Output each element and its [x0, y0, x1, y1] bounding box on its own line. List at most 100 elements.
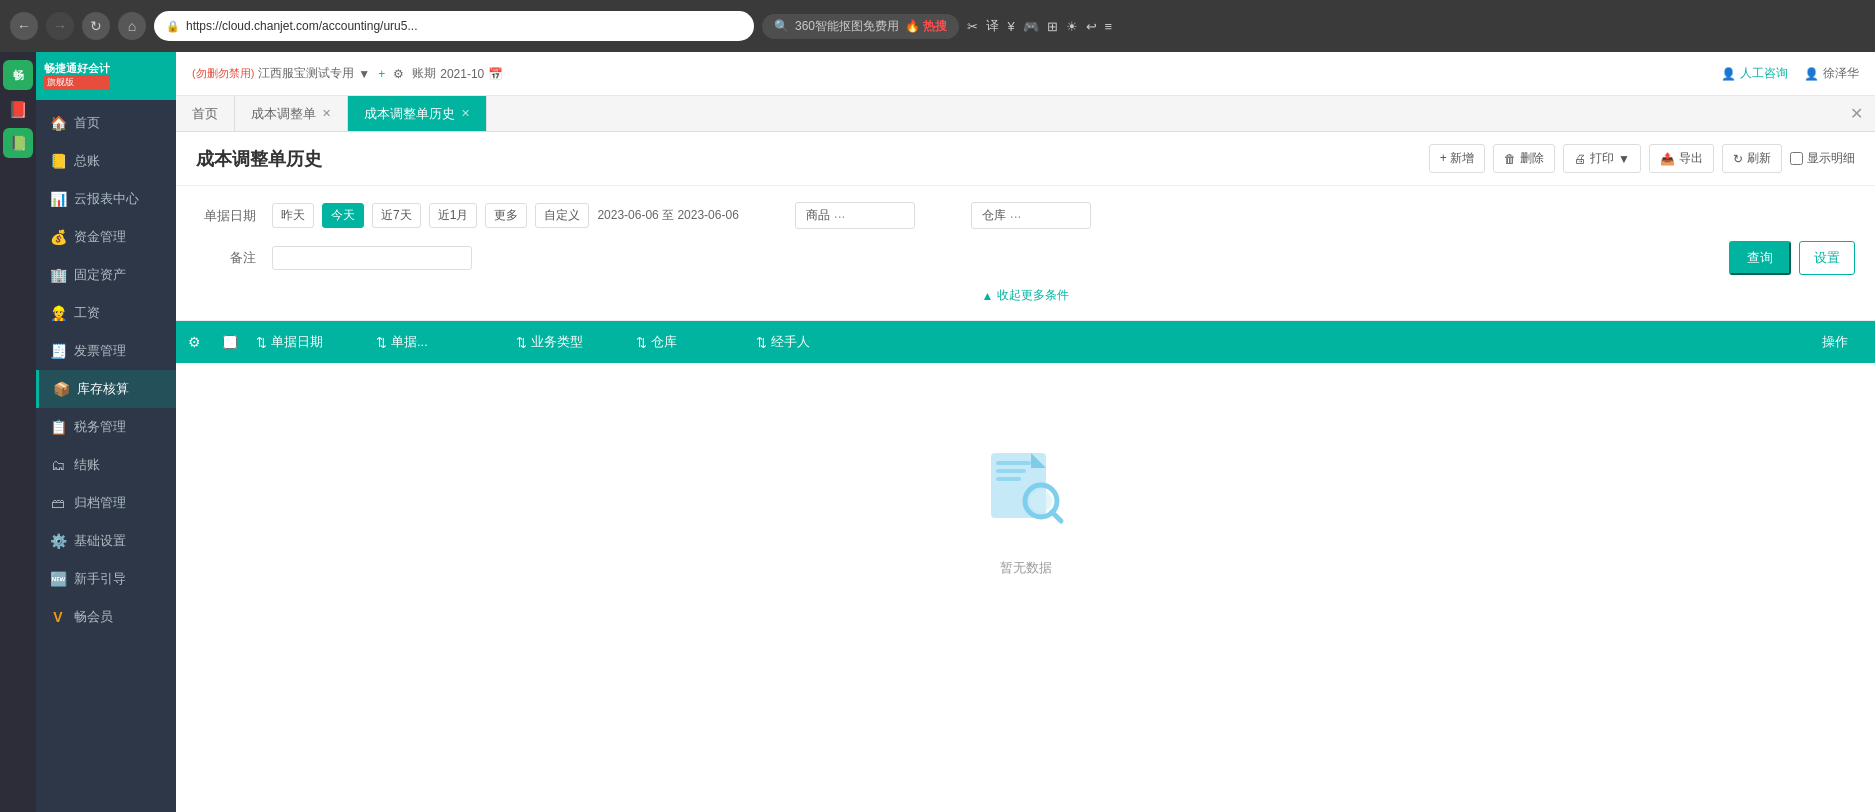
sidebar-item-inventory[interactable]: 📦 库存核算 [36, 370, 176, 408]
icon-bar-item-1[interactable]: 📕 [3, 94, 33, 124]
sidebar-item-salary[interactable]: 👷 工资 [36, 294, 176, 332]
th-warehouse[interactable]: ⇅ 仓库 [628, 333, 748, 351]
sidebar-item-closing[interactable]: 🗂 结账 [36, 446, 176, 484]
th-settings[interactable]: ⚙ [176, 334, 212, 350]
sidebar-item-guide[interactable]: 🆕 新手引导 [36, 560, 176, 598]
browser-search-bar[interactable]: 🔍 360智能抠图免费用 🔥 热搜 [762, 14, 959, 39]
tab-bar: 首页 成本调整单 ✕ 成本调整单历史 ✕ ✕ [176, 96, 1875, 132]
url-text: https://cloud.chanjet.com/accounting/uru… [186, 19, 417, 33]
sidebar-item-member[interactable]: V 畅会员 [36, 598, 176, 636]
tab-cost-adjust-history[interactable]: 成本调整单历史 ✕ [348, 96, 487, 131]
export-button[interactable]: 📤 导出 [1649, 144, 1714, 173]
setting-button[interactable]: 设置 [1799, 241, 1855, 275]
th-action: 操作 [1795, 333, 1875, 351]
query-button[interactable]: 查询 [1729, 241, 1791, 275]
svg-rect-1 [996, 461, 1031, 465]
panel-close-btn[interactable]: ✕ [1838, 104, 1875, 123]
date-btn-yesterday[interactable]: 昨天 [272, 203, 314, 228]
th-operator[interactable]: ⇅ 经手人 [748, 333, 868, 351]
print-icon: 🖨 [1574, 152, 1586, 166]
note-input[interactable] [272, 246, 472, 270]
th-type-label: 业务类型 [531, 333, 583, 351]
th-no-label: 单据... [391, 333, 428, 351]
tab-cost-adjust[interactable]: 成本调整单 ✕ [235, 96, 348, 131]
print-button[interactable]: 🖨 打印 ▼ [1563, 144, 1641, 173]
wallet-icon[interactable]: ¥ [1007, 19, 1014, 34]
back-button[interactable]: ← [10, 12, 38, 40]
th-no[interactable]: ⇅ 单据... [368, 333, 508, 351]
delete-button[interactable]: 🗑 删除 [1493, 144, 1555, 173]
sidebar-item-reports[interactable]: 📊 云报表中心 [36, 180, 176, 218]
scissors-icon[interactable]: ✂ [967, 19, 978, 34]
date-btn-today[interactable]: 今天 [322, 203, 364, 228]
sidebar-item-settings[interactable]: ⚙️ 基础设置 [36, 522, 176, 560]
game-icon[interactable]: 🎮 [1023, 19, 1039, 34]
display-cols-checkbox[interactable] [1790, 152, 1803, 165]
page-title: 成本调整单历史 [196, 147, 322, 171]
forward-button[interactable]: → [46, 12, 74, 40]
date-btn-more[interactable]: 更多 [485, 203, 527, 228]
user-info[interactable]: 👤 徐泽华 [1804, 65, 1859, 82]
sidebar-item-invoice[interactable]: 🧾 发票管理 [36, 332, 176, 370]
company-dropdown-icon: ▼ [358, 67, 370, 81]
warehouse-dots: ··· [1010, 208, 1022, 224]
tab-cost-adjust-close[interactable]: ✕ [322, 107, 331, 120]
tax-icon: 📋 [50, 419, 66, 435]
period-label: 账期 [412, 65, 436, 82]
filter-row-note: 备注 查询 设置 [196, 241, 1855, 275]
home-button[interactable]: ⌂ [118, 12, 146, 40]
sidebar-item-home[interactable]: 🏠 首页 [36, 104, 176, 142]
icon-bar-item-2[interactable]: 📗 [3, 128, 33, 158]
tab-home[interactable]: 首页 [176, 96, 235, 131]
empty-text: 暂无数据 [1000, 559, 1052, 577]
sidebar: 畅捷通好会计 旗舰版 🏠 首页 📒 总账 📊 云报表中心 💰 资金管理 [36, 52, 176, 812]
settings-btn[interactable]: ⚙ [393, 67, 404, 81]
date-btn-7days[interactable]: 近7天 [372, 203, 421, 228]
hot-search-label: 🔥 热搜 [905, 18, 947, 35]
icon-bar-app[interactable]: 畅 [3, 60, 33, 90]
service-button[interactable]: 👤 人工咨询 [1721, 65, 1788, 82]
date-filter: 昨天 今天 近7天 近1月 更多 自定义 2023-06-06 至 2023-0… [272, 203, 739, 228]
period-value: 2021-10 [440, 67, 484, 81]
date-range-text: 2023-06-06 至 2023-06-06 [597, 207, 738, 224]
collapse-filter-btn[interactable]: ▲ 收起更多条件 [196, 287, 1855, 304]
menu-icon[interactable]: ≡ [1105, 19, 1113, 34]
theme-icon[interactable]: ☀ [1066, 19, 1078, 34]
tab-cost-adjust-history-close[interactable]: ✕ [461, 107, 470, 120]
date-btn-1month[interactable]: 近1月 [429, 203, 478, 228]
guide-icon: 🆕 [50, 571, 66, 587]
sidebar-logo: 畅捷通好会计 旗舰版 [36, 52, 176, 100]
sidebar-item-ledger[interactable]: 📒 总账 [36, 142, 176, 180]
sidebar-item-tax[interactable]: 📋 税务管理 [36, 408, 176, 446]
th-date[interactable]: ⇅ 单据日期 [248, 333, 368, 351]
funds-icon: 💰 [50, 229, 66, 245]
select-all-checkbox[interactable] [223, 335, 237, 349]
salary-icon: 👷 [50, 305, 66, 321]
company-selector[interactable]: (勿删勿禁用) 江西服宝测试专用 ▼ [192, 65, 370, 82]
calendar-icon[interactable]: 📅 [488, 67, 503, 81]
grid-icon[interactable]: ⊞ [1047, 19, 1058, 34]
add-company-btn[interactable]: + [378, 67, 385, 81]
th-checkbox[interactable] [212, 335, 248, 349]
note-filter-label: 备注 [196, 249, 256, 267]
display-cols-toggle[interactable]: 显示明细 [1790, 150, 1855, 167]
svg-point-6 [1030, 490, 1052, 512]
svg-rect-3 [996, 477, 1021, 481]
service-icon: 👤 [1721, 67, 1736, 81]
warehouse-filter[interactable]: 仓库 ··· [971, 202, 1091, 229]
product-filter[interactable]: 商品 ··· [795, 202, 915, 229]
address-bar[interactable]: 🔒 https://cloud.chanjet.com/accounting/u… [154, 11, 754, 41]
undo-icon[interactable]: ↩ [1086, 19, 1097, 34]
translate-icon[interactable]: 译 [986, 17, 999, 35]
sidebar-item-archive[interactable]: 🗃 归档管理 [36, 484, 176, 522]
closing-icon: 🗂 [50, 457, 66, 473]
add-button[interactable]: + 新增 [1429, 144, 1485, 173]
sidebar-item-fixed-assets[interactable]: 🏢 固定资产 [36, 256, 176, 294]
ssl-lock-icon: 🔒 [166, 20, 180, 33]
refresh-button[interactable]: ↻ 刷新 [1722, 144, 1782, 173]
th-type[interactable]: ⇅ 业务类型 [508, 333, 628, 351]
sidebar-item-funds[interactable]: 💰 资金管理 [36, 218, 176, 256]
sidebar-label-funds: 资金管理 [74, 228, 126, 246]
date-btn-custom[interactable]: 自定义 [535, 203, 589, 228]
refresh-button[interactable]: ↻ [82, 12, 110, 40]
